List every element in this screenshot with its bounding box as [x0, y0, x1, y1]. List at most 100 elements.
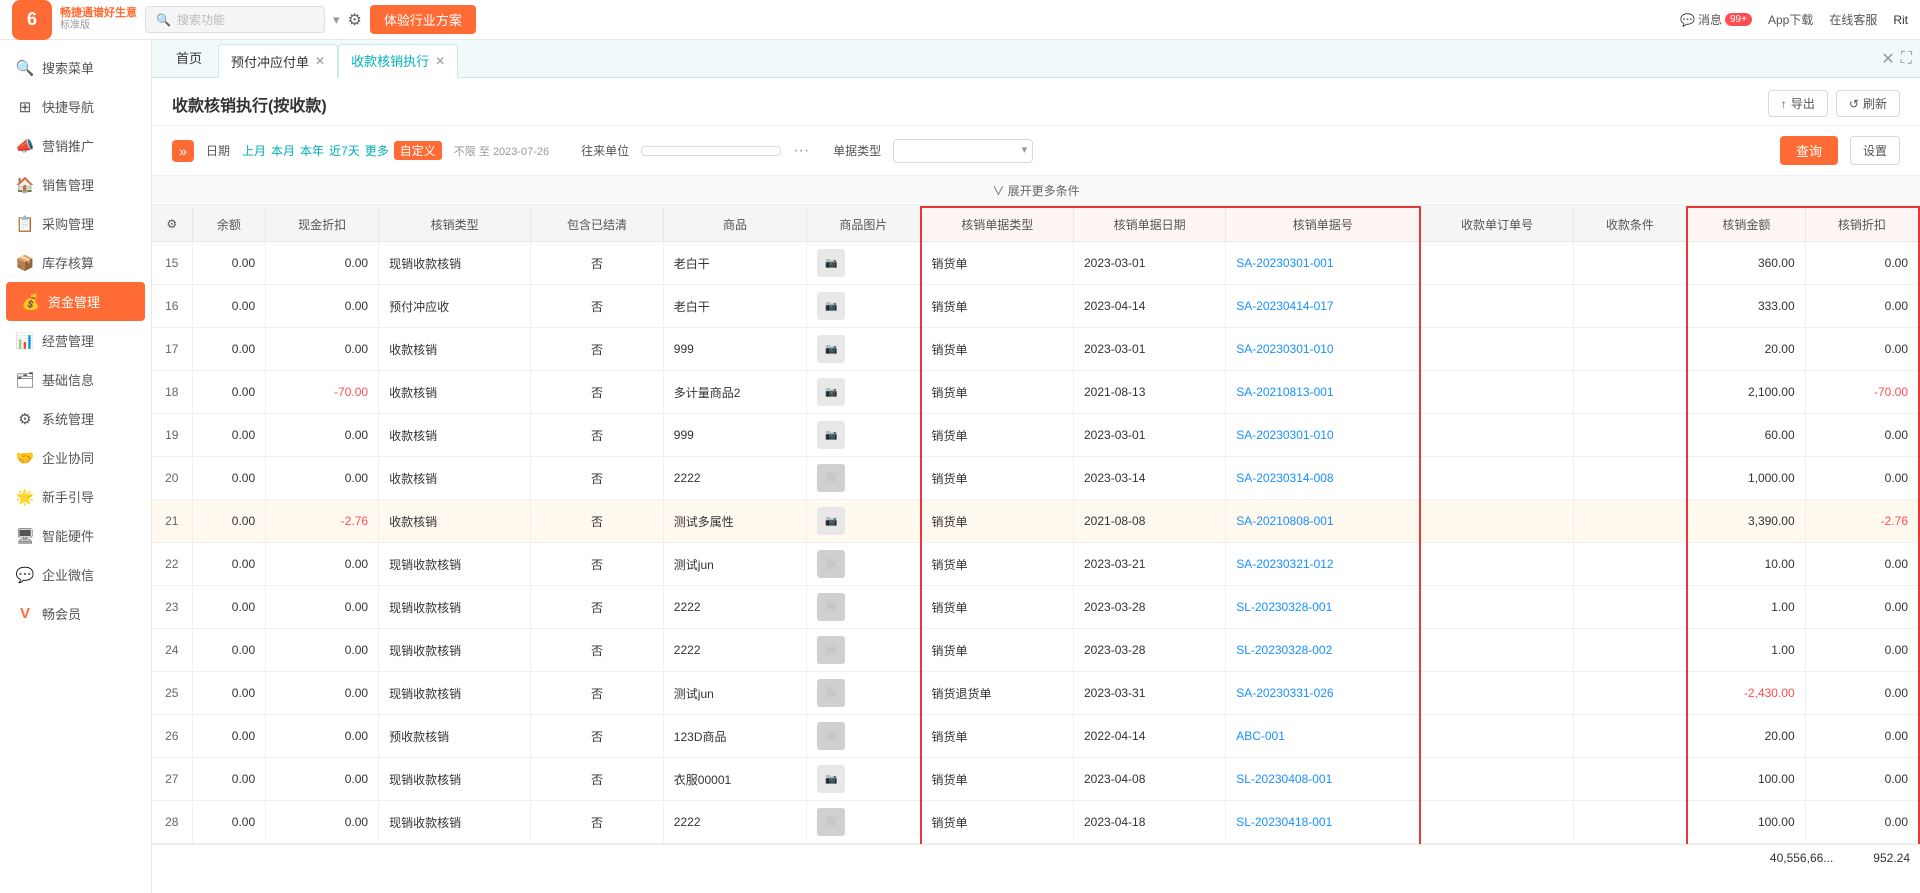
sidebar-item-sales[interactable]: 🏠 销售管理	[0, 165, 151, 204]
date-option-last-month[interactable]: 上月	[242, 142, 266, 159]
cell-product: 2222	[663, 586, 806, 629]
table-row: 17 0.00 0.00 收款核销 否 999 📷 销货单 2023-03-01…	[152, 328, 1919, 371]
cell-balance: 0.00	[192, 328, 266, 371]
capital-icon: 💰	[22, 293, 40, 311]
cell-verify-bill-no[interactable]: SA-20230314-008	[1226, 457, 1421, 500]
partner-dots[interactable]: ···	[793, 142, 809, 160]
cell-verify-bill-no[interactable]: SA-20230321-012	[1226, 543, 1421, 586]
bill-type-select[interactable]	[893, 139, 1033, 163]
sidebar-item-basic[interactable]: 🗂 基础信息	[0, 360, 151, 399]
cell-verify-bill-type: 销货单	[921, 371, 1074, 414]
sidebar-item-capital[interactable]: 💰 资金管理	[6, 282, 145, 321]
date-option-custom[interactable]: 自定义	[394, 141, 442, 160]
sidebar-item-member[interactable]: V 畅会员	[0, 594, 151, 633]
cell-receipt-condition	[1573, 672, 1687, 715]
sidebar-item-operation[interactable]: 📊 经营管理	[0, 321, 151, 360]
main-table: ⚙ 余额 现金折扣 核销类型 包含已结清 商品 商品图片 核销单据类型 核销单据…	[152, 206, 1920, 844]
cell-verify-bill-date: 2023-03-31	[1074, 672, 1226, 715]
online-service-link[interactable]: 在线客服	[1829, 11, 1877, 28]
cell-verify-discount: 0.00	[1805, 457, 1919, 500]
sidebar-label-operation: 经营管理	[42, 331, 94, 350]
settings-icon[interactable]: ⚙	[348, 10, 362, 30]
date-option-this-year[interactable]: 本年	[300, 142, 324, 159]
table-container[interactable]: ⚙ 余额 现金折扣 核销类型 包含已结清 商品 商品图片 核销单据类型 核销单据…	[152, 206, 1920, 893]
solution-button[interactable]: 体验行业方案	[370, 5, 476, 34]
cell-verify-bill-type: 销货单	[921, 758, 1074, 801]
col-verify-type-header: 核销类型	[379, 207, 531, 242]
cell-verify-bill-date: 2021-08-13	[1074, 371, 1226, 414]
main-layout: 🔍 搜索菜单 ⊞ 快捷导航 📣 营销推广 🏠 销售管理 📋 采购管理 📦 库存核…	[0, 40, 1920, 893]
brand-name: 畅捷通谱好生意	[60, 7, 137, 20]
sidebar-item-shortcut[interactable]: ⊞ 快捷导航	[0, 87, 151, 126]
sidebar-item-marketing[interactable]: 📣 营销推广	[0, 126, 151, 165]
tab-prepay-close[interactable]: ✕	[315, 54, 325, 68]
cell-product: 123D商品	[663, 715, 806, 758]
sidebar-item-purchase[interactable]: 📋 采购管理	[0, 204, 151, 243]
tab-verify-close[interactable]: ✕	[435, 54, 445, 68]
cell-receipt-condition	[1573, 758, 1687, 801]
cell-verify-bill-type: 销货单	[921, 285, 1074, 328]
cell-verify-bill-no[interactable]: SA-20230301-010	[1226, 328, 1421, 371]
filter-bar: » 日期 上月 本月 本年 近7天 更多 自定义 不限 至 2023-07-26…	[152, 126, 1920, 176]
cell-verify-bill-no[interactable]: SL-20230418-001	[1226, 801, 1421, 844]
sidebar-item-search[interactable]: 🔍 搜索菜单	[0, 48, 151, 87]
cell-verify-bill-no[interactable]: SL-20230328-001	[1226, 586, 1421, 629]
cell-verify-bill-no[interactable]: ABC-001	[1226, 715, 1421, 758]
cell-verify-bill-no[interactable]: SA-20230331-026	[1226, 672, 1421, 715]
cell-verify-discount: 0.00	[1805, 242, 1919, 285]
tab-bar-expand-icon[interactable]: ⛶	[1901, 50, 1912, 68]
cell-balance: 0.00	[192, 586, 266, 629]
partner-input[interactable]	[641, 146, 781, 156]
cell-receipt-order-no	[1420, 371, 1573, 414]
cell-verify-bill-no[interactable]: SA-20230301-010	[1226, 414, 1421, 457]
operation-icon: 📊	[16, 332, 34, 350]
cell-verify-bill-date: 2023-03-28	[1074, 586, 1226, 629]
cell-product-img: 🖼	[807, 801, 921, 844]
cell-verify-bill-no[interactable]: SA-20230414-017	[1226, 285, 1421, 328]
more-conditions-bar[interactable]: ∨ 展开更多条件	[152, 176, 1920, 206]
table-settings-icon[interactable]: ⚙	[166, 217, 177, 231]
settings-button[interactable]: 设置	[1850, 136, 1900, 165]
table-row: 18 0.00 -70.00 收款核销 否 多计量商品2 📷 销货单 2021-…	[152, 371, 1919, 414]
tab-verify[interactable]: 收款核销执行 ✕	[338, 44, 458, 78]
product-img: 🖼	[817, 636, 845, 664]
shortcut-icon: ⊞	[16, 98, 34, 116]
cell-verify-bill-no[interactable]: SA-20230301-001	[1226, 242, 1421, 285]
cell-verify-bill-type: 销货单	[921, 629, 1074, 672]
sidebar-item-wechat[interactable]: 💬 企业微信	[0, 555, 151, 594]
cell-receipt-condition	[1573, 328, 1687, 371]
tab-home[interactable]: 首页	[160, 40, 218, 78]
sidebar-item-guide[interactable]: 🌟 新手引导	[0, 477, 151, 516]
sidebar-item-inventory[interactable]: 📦 库存核算	[0, 243, 151, 282]
cell-verify-bill-no[interactable]: SL-20230408-001	[1226, 758, 1421, 801]
col-settings[interactable]: ⚙	[152, 207, 192, 242]
date-option-7days[interactable]: 近7天	[329, 142, 360, 159]
cell-verify-bill-no[interactable]: SA-20210808-001	[1226, 500, 1421, 543]
tab-prepay[interactable]: 预付冲应付单 ✕	[218, 44, 338, 78]
hardware-icon: 🖥	[16, 527, 34, 545]
cell-balance: 0.00	[192, 672, 266, 715]
cell-balance: 0.00	[192, 758, 266, 801]
filter-expand-button[interactable]: »	[172, 140, 194, 162]
cell-verify-amount: 100.00	[1687, 758, 1805, 801]
sidebar-item-system[interactable]: ⚙ 系统管理	[0, 399, 151, 438]
cell-receipt-order-no	[1420, 801, 1573, 844]
member-icon: V	[16, 605, 34, 623]
user-name[interactable]: Rit	[1893, 13, 1908, 27]
message-icon[interactable]: 💬 消息 99+	[1680, 11, 1752, 28]
query-button[interactable]: 查询	[1780, 136, 1838, 165]
verify-discount-total: 952.24	[1873, 851, 1910, 865]
refresh-button[interactable]: ↺ 刷新	[1836, 90, 1900, 117]
tab-bar-close-icon[interactable]: ✕	[1881, 49, 1894, 69]
export-button[interactable]: ↑ 导出	[1768, 90, 1828, 117]
dropdown-arrow[interactable]: ▾	[333, 12, 340, 28]
date-option-more[interactable]: 更多	[365, 142, 389, 159]
cell-verify-bill-date: 2021-08-08	[1074, 500, 1226, 543]
cell-verify-bill-no[interactable]: SL-20230328-002	[1226, 629, 1421, 672]
sidebar-item-enterprise[interactable]: 🤝 企业协同	[0, 438, 151, 477]
cell-verify-bill-no[interactable]: SA-20210813-001	[1226, 371, 1421, 414]
sidebar-item-hardware[interactable]: 🖥 智能硬件	[0, 516, 151, 555]
date-option-this-month[interactable]: 本月	[271, 142, 295, 159]
app-download-link[interactable]: App下载	[1768, 11, 1813, 28]
cell-cash-discount: 0.00	[266, 586, 379, 629]
